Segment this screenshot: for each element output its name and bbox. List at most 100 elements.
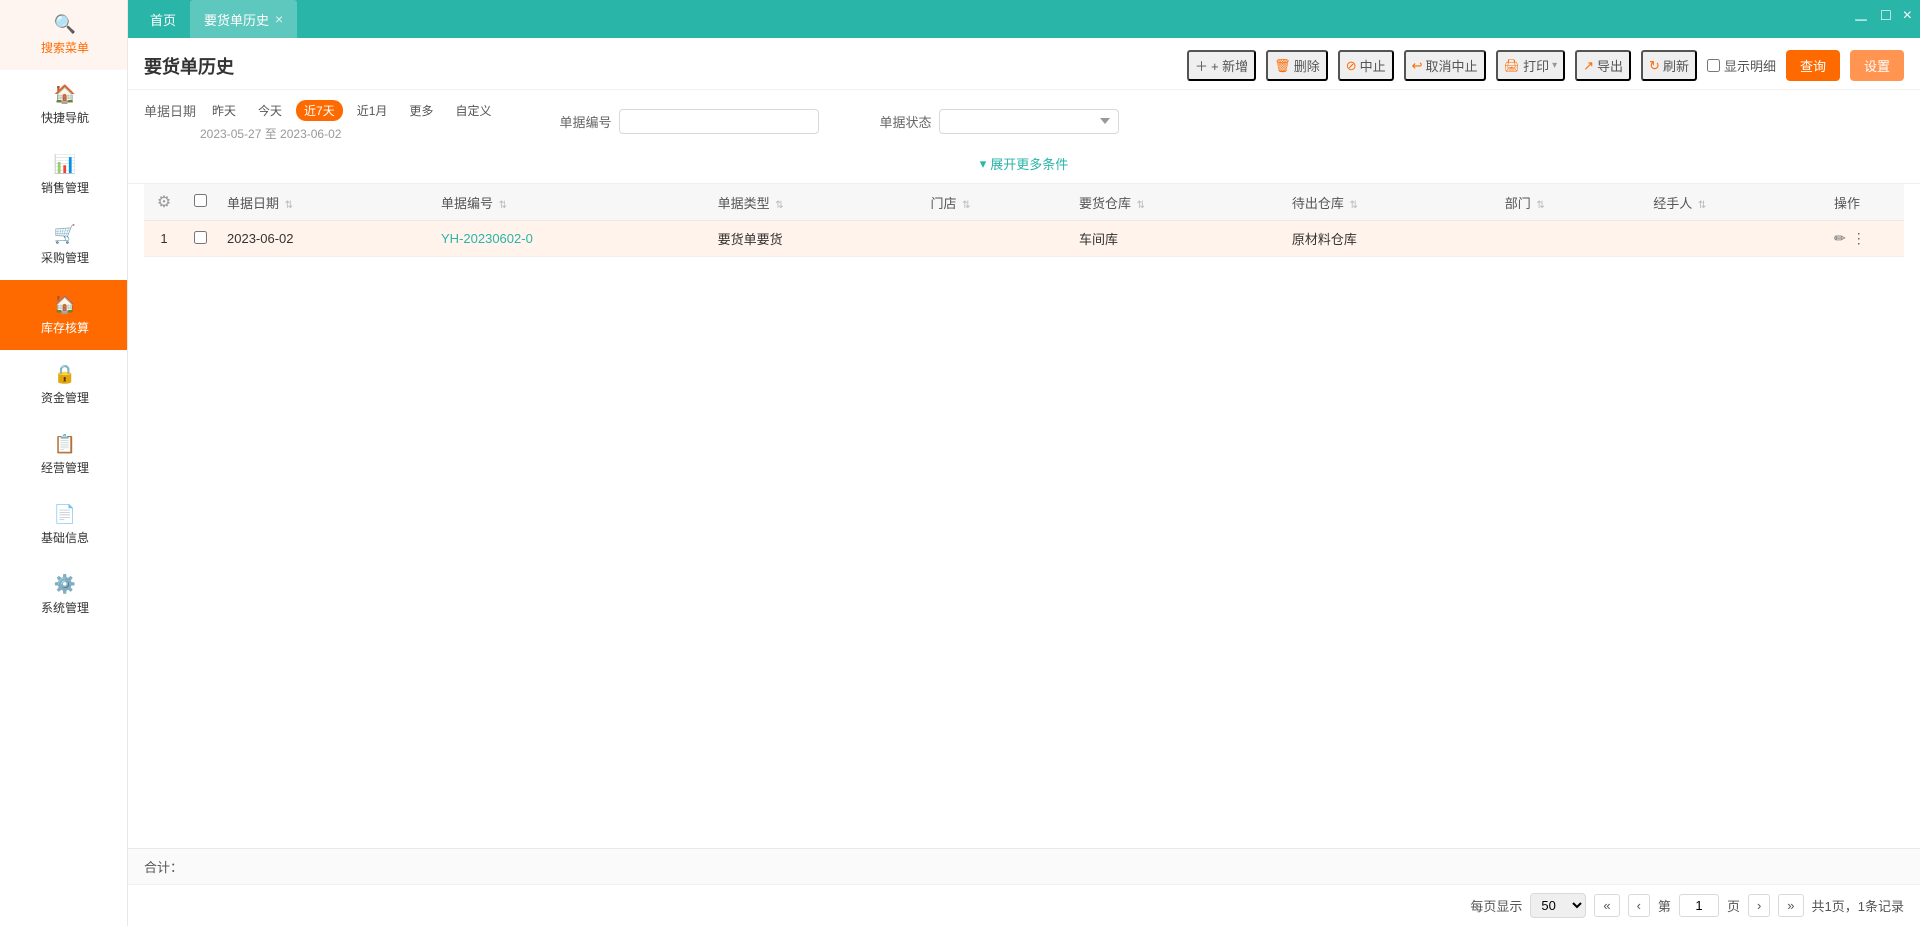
sidebar-icon-system: ⚙️ — [54, 574, 76, 595]
sidebar-label-sales: 销售管理 — [41, 179, 89, 196]
display-detail-toggle[interactable]: 显示明细 — [1707, 56, 1776, 75]
sidebar-icon-inventory: 🏠 — [54, 294, 76, 315]
window-controls: － □ × — [1853, 7, 1912, 31]
minimize-btn[interactable]: － — [1853, 7, 1869, 31]
th-handler[interactable]: 经手人 ⇅ — [1643, 184, 1824, 221]
tab-home[interactable]: 首页 — [136, 0, 190, 38]
cell-req-warehouse-0: 车间库 — [1069, 221, 1282, 257]
filter-row-1: 单据日期 昨天今天近7天近1月更多自定义 2023-05-27 至 2023-0… — [144, 100, 1904, 142]
sidebar-icon-finance: 🔒 — [54, 364, 76, 385]
last-page-btn[interactable]: » — [1778, 894, 1803, 917]
th-pending-warehouse[interactable]: 待出仓库 ⇅ — [1282, 184, 1495, 221]
prev-page-btn[interactable]: ‹ — [1628, 894, 1650, 917]
row-checkbox-0[interactable] — [194, 231, 207, 244]
sidebar-item-finance[interactable]: 🔒 资金管理 — [0, 350, 127, 420]
refresh-btn[interactable]: ↻ 刷新 — [1641, 50, 1697, 81]
th-action: 操作 — [1824, 184, 1904, 221]
sidebar-label-purchase: 采购管理 — [41, 249, 89, 266]
refresh-icon: ↻ — [1649, 58, 1660, 74]
th-store[interactable]: 门店 ⇅ — [920, 184, 1069, 221]
th-req-warehouse[interactable]: 要货仓库 ⇅ — [1069, 184, 1282, 221]
action-more-icon-0[interactable]: ⋮ — [1852, 230, 1866, 247]
cell-doc-no-0[interactable]: YH-20230602-0 — [431, 221, 708, 257]
delete-btn[interactable]: 🗑 删除 — [1266, 50, 1328, 81]
print-icon: 🖨 — [1504, 58, 1521, 74]
cancel-stop-btn[interactable]: ↩ 取消中止 — [1404, 50, 1486, 81]
query-btn[interactable]: 查询 — [1786, 50, 1840, 81]
cell-action-0: ✏ ⋮ — [1824, 221, 1904, 257]
th-gear[interactable]: ⚙ — [144, 184, 184, 221]
cell-doc-date-0: 2023-06-02 — [217, 221, 431, 257]
tab-requisition-history[interactable]: 要货单历史× — [190, 0, 297, 38]
sidebar-label-quick-nav: 快捷导航 — [41, 109, 89, 126]
expand-more-btn[interactable]: ▾ 展开更多条件 — [144, 150, 1904, 177]
doc-status-filter-group: 单据状态 — [879, 109, 1119, 134]
sidebar-item-sales[interactable]: 📊 销售管理 — [0, 140, 127, 210]
page-size-label: 每页显示 — [1470, 896, 1522, 915]
total-label: 共1页，1条记录 — [1812, 896, 1904, 915]
action-edit-icon-0[interactable]: ✏ — [1834, 230, 1846, 247]
cell-pending-warehouse-0: 原材料仓库 — [1282, 221, 1495, 257]
date-shortcut-昨天[interactable]: 昨天 — [204, 100, 244, 121]
cancel-stop-icon: ↩ — [1412, 58, 1423, 74]
sidebar-item-system[interactable]: ⚙️ 系统管理 — [0, 560, 127, 630]
window-close-btn[interactable]: × — [1903, 7, 1912, 31]
select-all-checkbox[interactable] — [194, 194, 207, 207]
next-page-btn[interactable]: › — [1748, 894, 1770, 917]
cell-handler-0 — [1643, 221, 1824, 257]
sidebar: 🔍 搜索菜单 🏠 快捷导航 📊 销售管理 🛒 采购管理 🏠 库存核算 🔒 资金管… — [0, 0, 128, 926]
sidebar-item-purchase[interactable]: 🛒 采购管理 — [0, 210, 127, 280]
sort-icon-department: ⇅ — [1536, 200, 1544, 211]
stop-btn[interactable]: ⊘ 中止 — [1338, 50, 1394, 81]
sidebar-item-search-menu[interactable]: 🔍 搜索菜单 — [0, 0, 127, 70]
sidebar-icon-search-menu: 🔍 — [54, 14, 76, 35]
th-doc-no[interactable]: 单据编号 ⇅ — [431, 184, 708, 221]
sidebar-label-search-menu: 搜索菜单 — [41, 39, 89, 56]
sort-icon-handler: ⇅ — [1698, 200, 1706, 211]
cell-check-0[interactable] — [184, 221, 217, 257]
doc-status-select[interactable] — [939, 109, 1119, 134]
sidebar-label-system: 系统管理 — [41, 599, 89, 616]
sort-icon-req-warehouse: ⇅ — [1137, 200, 1145, 211]
new-icon: ＋ — [1195, 56, 1208, 75]
page-number-input[interactable] — [1679, 894, 1719, 917]
cell-num-0: 1 — [144, 221, 184, 257]
doc-no-link-0[interactable]: YH-20230602-0 — [441, 231, 533, 246]
sidebar-icon-quick-nav: 🏠 — [54, 84, 76, 105]
doc-no-label: 单据编号 — [559, 112, 611, 131]
display-detail-checkbox[interactable] — [1707, 59, 1720, 72]
new-btn[interactable]: ＋ + 新增 — [1187, 50, 1256, 81]
sidebar-label-basic-info: 基础信息 — [41, 529, 89, 546]
th-department[interactable]: 部门 ⇅ — [1495, 184, 1644, 221]
date-shortcut-更多[interactable]: 更多 — [401, 100, 441, 121]
doc-no-input[interactable] — [619, 109, 819, 134]
date-shortcut-近1月[interactable]: 近1月 — [349, 100, 396, 121]
th-doc-type[interactable]: 单据类型 ⇅ — [708, 184, 921, 221]
sidebar-icon-sales: 📊 — [54, 154, 76, 175]
first-page-btn[interactable]: « — [1594, 894, 1619, 917]
th-doc-date[interactable]: 单据日期 ⇅ — [217, 184, 431, 221]
tab-bar: 首页要货单历史× － □ × — [128, 0, 1920, 38]
sidebar-item-quick-nav[interactable]: 🏠 快捷导航 — [0, 70, 127, 140]
th-check[interactable] — [184, 184, 217, 221]
sidebar-item-operation[interactable]: 📋 经营管理 — [0, 420, 127, 490]
sort-icon-pending-warehouse: ⇅ — [1350, 200, 1358, 211]
date-shortcut-自定义[interactable]: 自定义 — [447, 100, 499, 121]
table-row: 1 2023-06-02 YH-20230602-0 要货单要货 车间库 原材料… — [144, 221, 1904, 257]
table-container: ⚙ 单据日期 ⇅ 单据编号 ⇅ — [128, 184, 1920, 848]
date-shortcut-今天[interactable]: 今天 — [250, 100, 290, 121]
gear-icon[interactable]: ⚙ — [157, 194, 171, 211]
print-btn[interactable]: 🖨 打印 ▾ — [1496, 50, 1566, 81]
sidebar-item-basic-info[interactable]: 📄 基础信息 — [0, 490, 127, 560]
page-content: 要货单历史 ＋ + 新增 🗑 删除 ⊘ 中止 ↩ 取消中止 — [128, 38, 1920, 926]
tab-close-requisition-history[interactable]: × — [275, 11, 283, 27]
sidebar-item-inventory[interactable]: 🏠 库存核算 — [0, 280, 127, 350]
main-area: 首页要货单历史× － □ × 要货单历史 ＋ + 新增 🗑 删除 ⊘ 中止 — [128, 0, 1920, 926]
filter-area: 单据日期 昨天今天近7天近1月更多自定义 2023-05-27 至 2023-0… — [128, 90, 1920, 184]
export-btn[interactable]: ↗ 导出 — [1575, 50, 1631, 81]
page-size-select[interactable]: 50 10 20 100 — [1530, 893, 1586, 918]
maximize-btn[interactable]: □ — [1881, 7, 1891, 31]
page-title: 要货单历史 — [144, 53, 234, 79]
settings-btn[interactable]: 设置 — [1850, 50, 1904, 81]
date-shortcut-近7天[interactable]: 近7天 — [296, 100, 343, 121]
